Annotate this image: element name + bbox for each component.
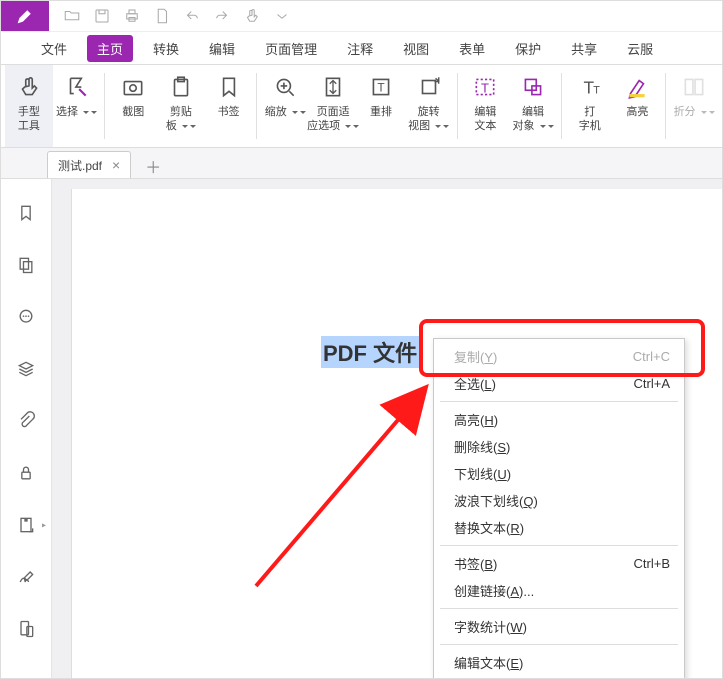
svg-text:T: T (593, 85, 600, 97)
ribbon-edittext-button[interactable]: T编辑文本 (462, 65, 510, 147)
context-menu-item[interactable]: 字数统计(W) (434, 613, 684, 640)
page-icon[interactable] (149, 3, 175, 29)
ribbon-fitpage-button[interactable]: 页面适应选项 (309, 65, 357, 147)
ribbon-clipboard-button[interactable]: 剪贴板 (157, 65, 205, 147)
menu-separator (440, 401, 678, 402)
mobile-icon[interactable] (12, 615, 40, 643)
pages-icon[interactable] (12, 251, 40, 279)
ribbon-bookmark-button[interactable]: 书签 (205, 65, 253, 147)
security-icon[interactable] (12, 459, 40, 487)
svg-text:T: T (481, 80, 489, 95)
ribbon-editobj-button[interactable]: 编辑对象 (509, 65, 557, 147)
menu-tab-0[interactable]: 文件 (31, 35, 77, 62)
selected-text[interactable]: PDF 文件 (321, 336, 419, 368)
ribbon-type-button[interactable]: TT打字机 (566, 65, 614, 147)
menu-separator (440, 545, 678, 546)
ribbon-split-button: 折分 (670, 65, 718, 147)
hand-icon[interactable] (239, 3, 265, 29)
more-icon[interactable] (269, 3, 295, 29)
save-icon[interactable] (89, 3, 115, 29)
signature-icon[interactable] (12, 563, 40, 591)
bookmark-icon[interactable] (12, 199, 40, 227)
app-window: 文件主页转换编辑页面管理注释视图表单保护共享云服 手型工具选择 截图剪贴板 书签… (0, 0, 723, 679)
context-menu-item[interactable]: 高亮(H) (434, 406, 684, 433)
pen-nib-icon (16, 7, 34, 25)
context-menu-item[interactable]: 全选(L)Ctrl+A (434, 370, 684, 397)
menu-tab-6[interactable]: 视图 (393, 35, 439, 62)
menu-tab-4[interactable]: 页面管理 (255, 35, 327, 62)
menu-separator (440, 608, 678, 609)
menu-tab-8[interactable]: 保护 (505, 35, 551, 62)
svg-text:T: T (377, 80, 384, 94)
context-menu-item[interactable]: 下划线(U) (434, 460, 684, 487)
context-menu: 复制(Y)Ctrl+C全选(L)Ctrl+A 高亮(H)删除线(S)下划线(U)波… (433, 338, 685, 679)
context-menu-item[interactable]: 书签(B)Ctrl+B (434, 550, 684, 577)
context-menu-item[interactable]: 波浪下划线(Q) (434, 487, 684, 514)
layers-icon[interactable] (12, 355, 40, 383)
print-icon[interactable] (119, 3, 145, 29)
context-menu-item: 复制(Y)Ctrl+C (434, 343, 684, 370)
ribbon-select-button[interactable]: 选择 (53, 65, 101, 147)
attachments-icon[interactable] (12, 407, 40, 435)
ribbon-snapshot-button[interactable]: 截图 (109, 65, 157, 147)
menu-tab-3[interactable]: 编辑 (199, 35, 245, 62)
menu-separator (440, 644, 678, 645)
menu-tab-7[interactable]: 表单 (449, 35, 495, 62)
context-menu-item[interactable]: 删除线(S) (434, 433, 684, 460)
menu-tab-10[interactable]: 云服 (617, 35, 663, 62)
folder-open-icon[interactable] (59, 3, 85, 29)
close-tab-icon[interactable]: × (112, 157, 120, 173)
ribbon-rotate-button[interactable]: 旋转视图 (405, 65, 453, 147)
ribbon-hand-button[interactable]: 手型工具 (5, 65, 53, 147)
left-sidebar: ▸ (1, 179, 52, 679)
document-tab-title: 测试.pdf (58, 157, 102, 174)
document-tab-strip: 测试.pdf × ＋ (1, 148, 722, 179)
ribbon-reflow-button[interactable]: T重排 (357, 65, 405, 147)
ribbon-toolbar: 手型工具选择 截图剪贴板 书签缩放 页面适应选项 T重排旋转视图 T编辑文本编辑… (1, 65, 722, 148)
quick-access-toolbar (59, 3, 295, 29)
document-tab[interactable]: 测试.pdf × (47, 151, 131, 178)
menu-tab-2[interactable]: 转换 (143, 35, 189, 62)
context-menu-item[interactable]: 编辑文本(E) (434, 649, 684, 676)
menu-tabs: 文件主页转换编辑页面管理注释视图表单保护共享云服 (1, 32, 722, 65)
undo-icon[interactable] (179, 3, 205, 29)
context-menu-item[interactable]: 替换文本(R) (434, 514, 684, 541)
ribbon-zoom-button[interactable]: 缩放 (261, 65, 309, 147)
redo-icon[interactable] (209, 3, 235, 29)
context-menu-item[interactable]: 创建链接(A)... (434, 577, 684, 604)
export-icon[interactable]: ▸ (12, 511, 40, 539)
comments-icon[interactable] (12, 303, 40, 331)
menu-tab-5[interactable]: 注释 (337, 35, 383, 62)
menu-tab-1[interactable]: 主页 (87, 35, 133, 62)
ribbon-highlight-button[interactable]: 高亮 (614, 65, 662, 147)
menu-tab-9[interactable]: 共享 (561, 35, 607, 62)
app-logo (1, 1, 49, 31)
title-bar (1, 1, 722, 32)
new-tab-button[interactable]: ＋ (141, 154, 165, 178)
